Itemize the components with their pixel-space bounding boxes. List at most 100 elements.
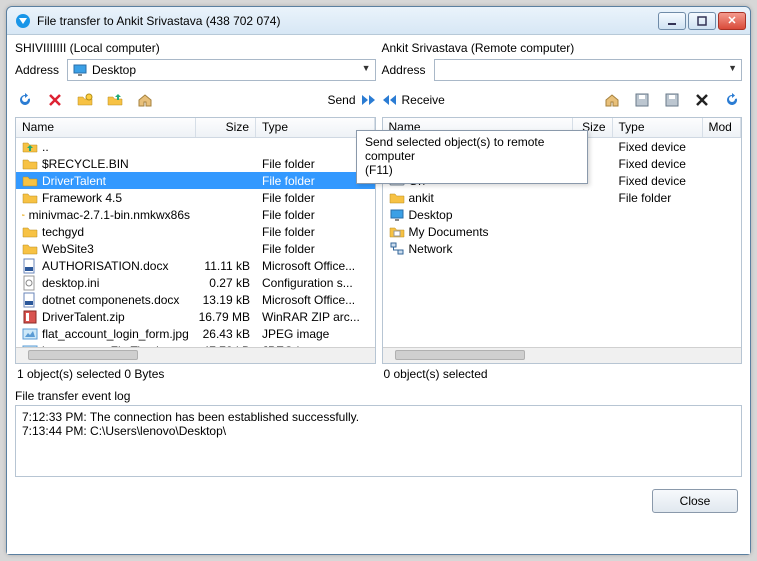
parent-folder-button[interactable] [105,90,125,110]
remote-home-button[interactable] [602,90,622,110]
local-toolbar: Send [15,87,376,113]
remote-refresh-button[interactable] [722,90,742,110]
cell-type: Fixed device [613,174,703,188]
table-row[interactable]: $RECYCLE.BINFile folder [16,155,375,172]
local-columns[interactable]: Name Size Type [16,118,375,138]
table-row[interactable]: Network [383,240,742,257]
close-window-button[interactable]: ✕ [718,12,746,30]
table-row[interactable]: WebSite3File folder [16,240,375,257]
zip-icon [22,309,38,325]
folder-icon [22,173,38,189]
local-address-value: Desktop [92,63,136,77]
send-label: Send [327,93,355,107]
remote-save2-button[interactable] [662,90,682,110]
table-row[interactable]: dotnet componenets.docx13.19 kBMicrosoft… [16,291,375,308]
folder-icon [22,224,38,240]
log-line: 7:13:44 PM: C:\Users\lenovo\Desktop\ [22,424,735,438]
cell-name: ankit [383,190,573,206]
scroll-thumb[interactable] [28,350,138,360]
delete-button[interactable] [45,90,65,110]
log-box[interactable]: 7:12:33 PM: The connection has been esta… [15,405,742,477]
log-line: 7:12:33 PM: The connection has been esta… [22,410,735,424]
cell-size: 16.79 MB [196,310,256,324]
cell-type: Fixed device [613,140,703,154]
jpg-icon [22,326,38,342]
receive-icon [382,92,398,108]
new-folder-button[interactable] [75,90,95,110]
table-row[interactable]: AUTHORISATION.docx11.11 kBMicrosoft Offi… [16,257,375,274]
folder-icon [389,190,405,206]
local-address-combo[interactable]: Desktop ▼ [67,59,376,81]
table-row[interactable]: minivmac-2.7.1-bin.nmkwx86sFile folder [16,206,375,223]
cell-type: Configuration s... [256,276,375,290]
table-row[interactable]: flat_account_login_form.jpg26.43 kBJPEG … [16,325,375,342]
desktop-icon [389,207,405,223]
home-icon [604,92,620,108]
remote-address-combo[interactable]: ▼ [434,59,743,81]
delete-icon [694,92,710,108]
docx-icon [22,292,38,308]
save-icon [664,92,680,108]
cell-type: File folder [256,208,375,222]
cell-name: AUTHORISATION.docx [16,258,196,274]
cell-type: WinRAR ZIP arc... [256,310,375,324]
cell-type: File folder [256,191,375,205]
col-mod[interactable]: Mod [703,118,742,137]
col-type[interactable]: Type [613,118,703,137]
refresh-icon [724,92,740,108]
network-icon [389,241,405,257]
local-file-list: Name Size Type ..$RECYCLE.BINFile folder… [15,117,376,364]
cell-name: My Documents [383,224,573,240]
table-row[interactable]: ankit File folder [383,189,742,206]
table-row[interactable]: desktop.ini0.27 kBConfiguration s... [16,274,375,291]
table-row[interactable]: .. [16,138,375,155]
receive-button[interactable]: Receive [382,92,445,108]
table-row[interactable]: My Documents [383,223,742,240]
titlebar[interactable]: File transfer to Ankit Srivastava (438 7… [7,7,750,35]
send-icon [360,92,376,108]
tooltip-line1: Send selected object(s) to remote comput… [365,135,579,163]
remote-save-button[interactable] [632,90,652,110]
cell-type: JPEG image [256,327,375,341]
cell-type: Microsoft Office... [256,259,375,273]
cell-name: Network [383,241,573,257]
cell-name: flat_account_login_form.jpg [16,326,196,342]
remote-pane-title: Ankit Srivastava (Remote computer) [382,41,743,55]
refresh-button[interactable] [15,90,35,110]
receive-label: Receive [402,93,445,107]
table-row[interactable]: Framework 4.5File folder [16,189,375,206]
table-row[interactable]: Desktop [383,206,742,223]
local-hscroll[interactable] [16,347,375,363]
remote-hscroll[interactable] [383,347,742,363]
col-name[interactable]: Name [16,118,196,137]
cell-name: Desktop [383,207,573,223]
cell-size: 13.19 kB [196,293,256,307]
close-button[interactable]: Close [652,489,738,513]
home-icon [137,92,153,108]
folder-icon [22,207,25,223]
local-address-label: Address [15,63,61,77]
table-row[interactable]: techgydFile folder [16,223,375,240]
cell-size: 11.11 kB [196,259,256,273]
send-button[interactable]: Send [327,92,375,108]
app-window: File transfer to Ankit Srivastava (438 7… [6,6,751,555]
cell-size: 0.27 kB [196,276,256,290]
new-folder-icon [77,92,93,108]
table-row[interactable]: DriverTalentFile folder [16,172,375,189]
remote-delete-button[interactable] [692,90,712,110]
scroll-thumb[interactable] [395,350,525,360]
cell-name: DriverTalent [16,173,196,189]
col-size[interactable]: Size [196,118,256,137]
maximize-button[interactable] [688,12,716,30]
cell-type: File folder [613,191,703,205]
cell-type: Fixed device [613,157,703,171]
chevron-down-icon: ▼ [362,63,371,73]
minimize-button[interactable] [658,12,686,30]
table-row[interactable]: DriverTalent.zip16.79 MBWinRAR ZIP arc..… [16,308,375,325]
home-button[interactable] [135,90,155,110]
folder-up-icon [107,92,123,108]
cell-name: techgyd [16,224,196,240]
mydocs-icon [389,224,405,240]
remote-pane: Ankit Srivastava (Remote computer) Addre… [382,41,743,381]
send-tooltip: Send selected object(s) to remote comput… [356,130,588,184]
